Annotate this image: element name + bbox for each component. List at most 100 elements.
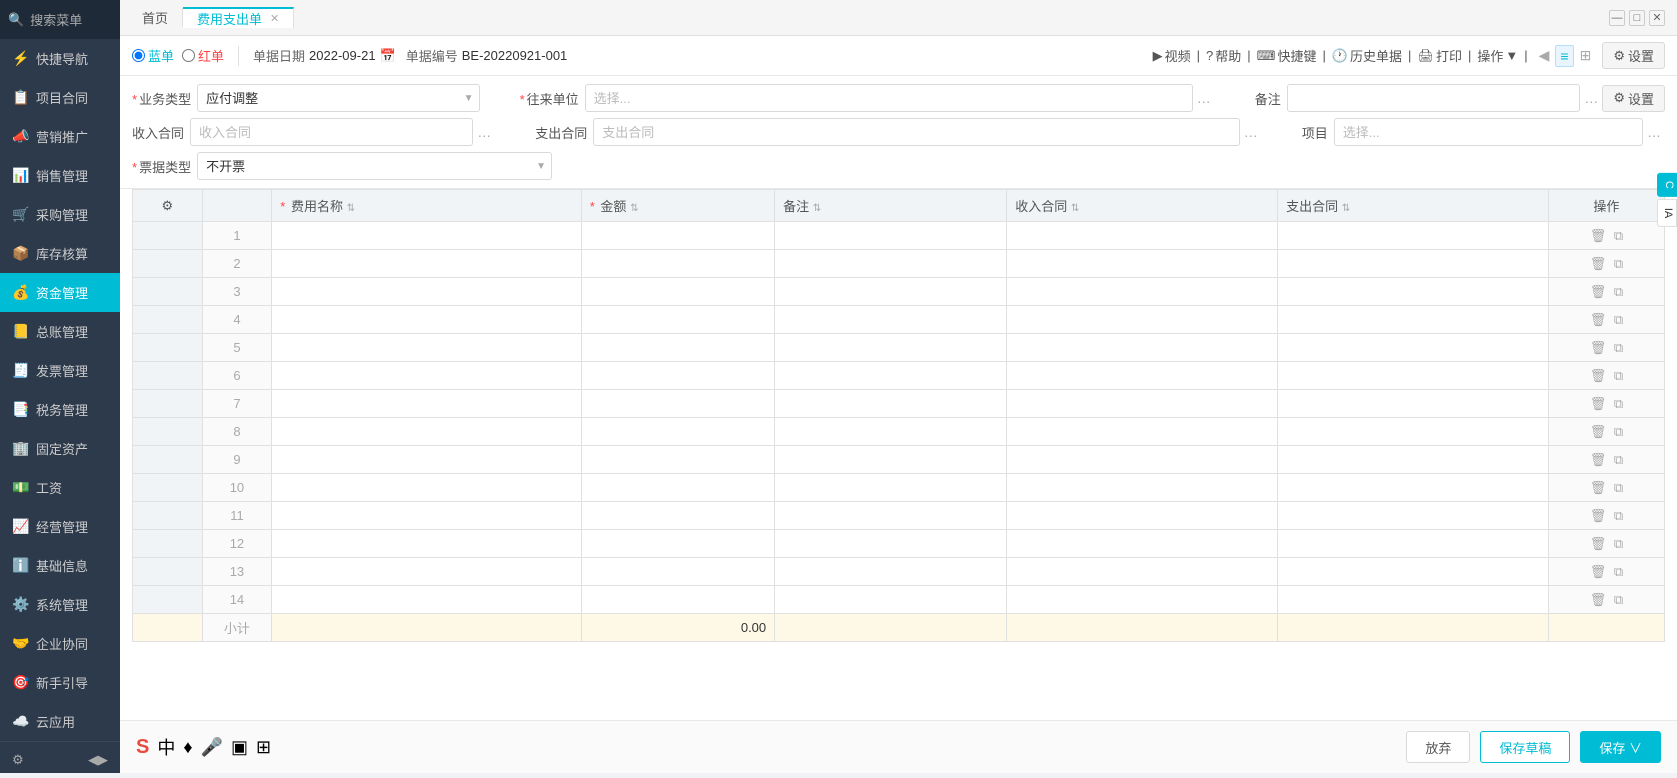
volume-icon[interactable]: ◀▶	[88, 752, 108, 768]
row-remark-6[interactable]	[775, 362, 1007, 390]
row-name-2[interactable]	[272, 250, 581, 278]
minimize-button[interactable]: —	[1609, 10, 1625, 26]
row-remark-8[interactable]	[775, 418, 1007, 446]
row-amount-10[interactable]	[581, 474, 774, 502]
row-expense-3[interactable]	[1278, 278, 1549, 306]
copy-row-4-icon[interactable]: ⧉	[1614, 312, 1623, 327]
invoice-type-select[interactable]: 不开票	[197, 152, 552, 180]
print-btn[interactable]: 🖨 打印	[1417, 46, 1462, 65]
row-name-5[interactable]	[272, 334, 581, 362]
counterparty-more-icon[interactable]: …	[1193, 90, 1215, 106]
row-expense-8[interactable]	[1278, 418, 1549, 446]
sidebar-item-new-guide[interactable]: 🎯新手引导	[0, 663, 120, 702]
right-float-button1[interactable]: C	[1657, 173, 1677, 197]
row-income-6[interactable]	[1007, 362, 1278, 390]
copy-row-11-icon[interactable]: ⧉	[1614, 508, 1623, 523]
row-income-8[interactable]	[1007, 418, 1278, 446]
row-name-6[interactable]	[272, 362, 581, 390]
copy-row-1-icon[interactable]: ⧉	[1614, 228, 1623, 243]
copy-row-13-icon[interactable]: ⧉	[1614, 564, 1623, 579]
row-income-3[interactable]	[1007, 278, 1278, 306]
income-contract-more[interactable]: …	[473, 124, 495, 140]
row-name-8[interactable]	[272, 418, 581, 446]
sidebar-item-accounting[interactable]: 📒总账管理	[0, 312, 120, 351]
row-remark-5[interactable]	[775, 334, 1007, 362]
sidebar-item-corp[interactable]: 🤝企业协同	[0, 624, 120, 663]
sidebar-item-sales[interactable]: 📊销售管理	[0, 156, 120, 195]
row-amount-2[interactable]	[581, 250, 774, 278]
row-amount-3[interactable]	[581, 278, 774, 306]
remark-input[interactable]	[1287, 84, 1581, 112]
th-income-contract[interactable]: 收入合同 ⇅	[1007, 190, 1278, 222]
row-name-13[interactable]	[272, 558, 581, 586]
row-name-9[interactable]	[272, 446, 581, 474]
row-remark-9[interactable]	[775, 446, 1007, 474]
sort-icon-name[interactable]: ⇅	[347, 203, 355, 214]
row-amount-12[interactable]	[581, 530, 774, 558]
sidebar-item-capital[interactable]: 💰资金管理	[0, 273, 120, 312]
settings-button[interactable]: ⚙ 设置	[1602, 42, 1665, 69]
row-remark-12[interactable]	[775, 530, 1007, 558]
delete-row-14-icon[interactable]: 🗑	[1590, 592, 1607, 607]
sidebar-item-basic-info[interactable]: ℹ️基础信息	[0, 546, 120, 585]
delete-row-9-icon[interactable]: 🗑	[1590, 452, 1607, 467]
row-expense-4[interactable]	[1278, 306, 1549, 334]
delete-row-7-icon[interactable]: 🗑	[1590, 396, 1607, 411]
row-name-12[interactable]	[272, 530, 581, 558]
row-income-10[interactable]	[1007, 474, 1278, 502]
grid-icon[interactable]: ⊞	[256, 737, 271, 758]
row-expense-10[interactable]	[1278, 474, 1549, 502]
settings-icon[interactable]: ⚙	[12, 752, 24, 768]
shortcut-btn[interactable]: ⌨ 快捷键	[1257, 46, 1317, 65]
delete-row-12-icon[interactable]: 🗑	[1590, 536, 1607, 551]
expense-contract-more[interactable]: …	[1240, 124, 1262, 140]
copy-row-2-icon[interactable]: ⧉	[1614, 256, 1623, 271]
counterparty-input[interactable]	[585, 84, 1193, 112]
row-remark-14[interactable]	[775, 586, 1007, 614]
save-draft-button[interactable]: 保存草稿	[1480, 731, 1570, 763]
row-income-7[interactable]	[1007, 390, 1278, 418]
delete-row-11-icon[interactable]: 🗑	[1590, 508, 1607, 523]
row-income-1[interactable]	[1007, 222, 1278, 250]
sort-icon-amount[interactable]: ⇅	[630, 203, 638, 214]
row-remark-10[interactable]	[775, 474, 1007, 502]
sidebar-item-marketing[interactable]: 📣营销推广	[0, 117, 120, 156]
copy-row-5-icon[interactable]: ⧉	[1614, 340, 1623, 355]
th-remark[interactable]: 备注 ⇅	[775, 190, 1007, 222]
delete-row-6-icon[interactable]: 🗑	[1590, 368, 1607, 383]
maximize-button[interactable]: □	[1629, 10, 1645, 26]
copy-row-10-icon[interactable]: ⧉	[1614, 480, 1623, 495]
row-expense-13[interactable]	[1278, 558, 1549, 586]
row-name-3[interactable]	[272, 278, 581, 306]
row-remark-1[interactable]	[775, 222, 1007, 250]
row-expense-7[interactable]	[1278, 390, 1549, 418]
sort-icon-expense[interactable]: ⇅	[1342, 203, 1350, 214]
row-name-11[interactable]	[272, 502, 581, 530]
th-amount[interactable]: * 金额 ⇅	[581, 190, 774, 222]
help-btn[interactable]: ? 帮助	[1206, 46, 1241, 65]
discard-button[interactable]: 放弃	[1406, 731, 1470, 763]
row-expense-6[interactable]	[1278, 362, 1549, 390]
row-expense-12[interactable]	[1278, 530, 1549, 558]
tab-close-expense-form[interactable]: ✕	[270, 12, 279, 25]
sidebar-item-project-contract[interactable]: 📋项目合同	[0, 78, 120, 117]
row-expense-11[interactable]	[1278, 502, 1549, 530]
row-expense-14[interactable]	[1278, 586, 1549, 614]
row-name-1[interactable]	[272, 222, 581, 250]
sidebar-item-assets[interactable]: 🏢固定资产	[0, 429, 120, 468]
row-amount-7[interactable]	[581, 390, 774, 418]
row-amount-11[interactable]	[581, 502, 774, 530]
row-name-4[interactable]	[272, 306, 581, 334]
row-remark-11[interactable]	[775, 502, 1007, 530]
copy-row-9-icon[interactable]: ⧉	[1614, 452, 1623, 467]
sort-icon-remark[interactable]: ⇅	[813, 203, 821, 214]
project-more[interactable]: …	[1643, 124, 1665, 140]
row-income-12[interactable]	[1007, 530, 1278, 558]
th-expense-contract[interactable]: 支出合同 ⇅	[1278, 190, 1549, 222]
delete-row-10-icon[interactable]: 🗑	[1590, 480, 1607, 495]
row-amount-4[interactable]	[581, 306, 774, 334]
diamond-icon[interactable]: ♦	[183, 737, 192, 758]
row-income-5[interactable]	[1007, 334, 1278, 362]
sidebar-item-tax[interactable]: 📑税务管理	[0, 390, 120, 429]
video-btn[interactable]: ▶ 视频	[1153, 46, 1191, 65]
